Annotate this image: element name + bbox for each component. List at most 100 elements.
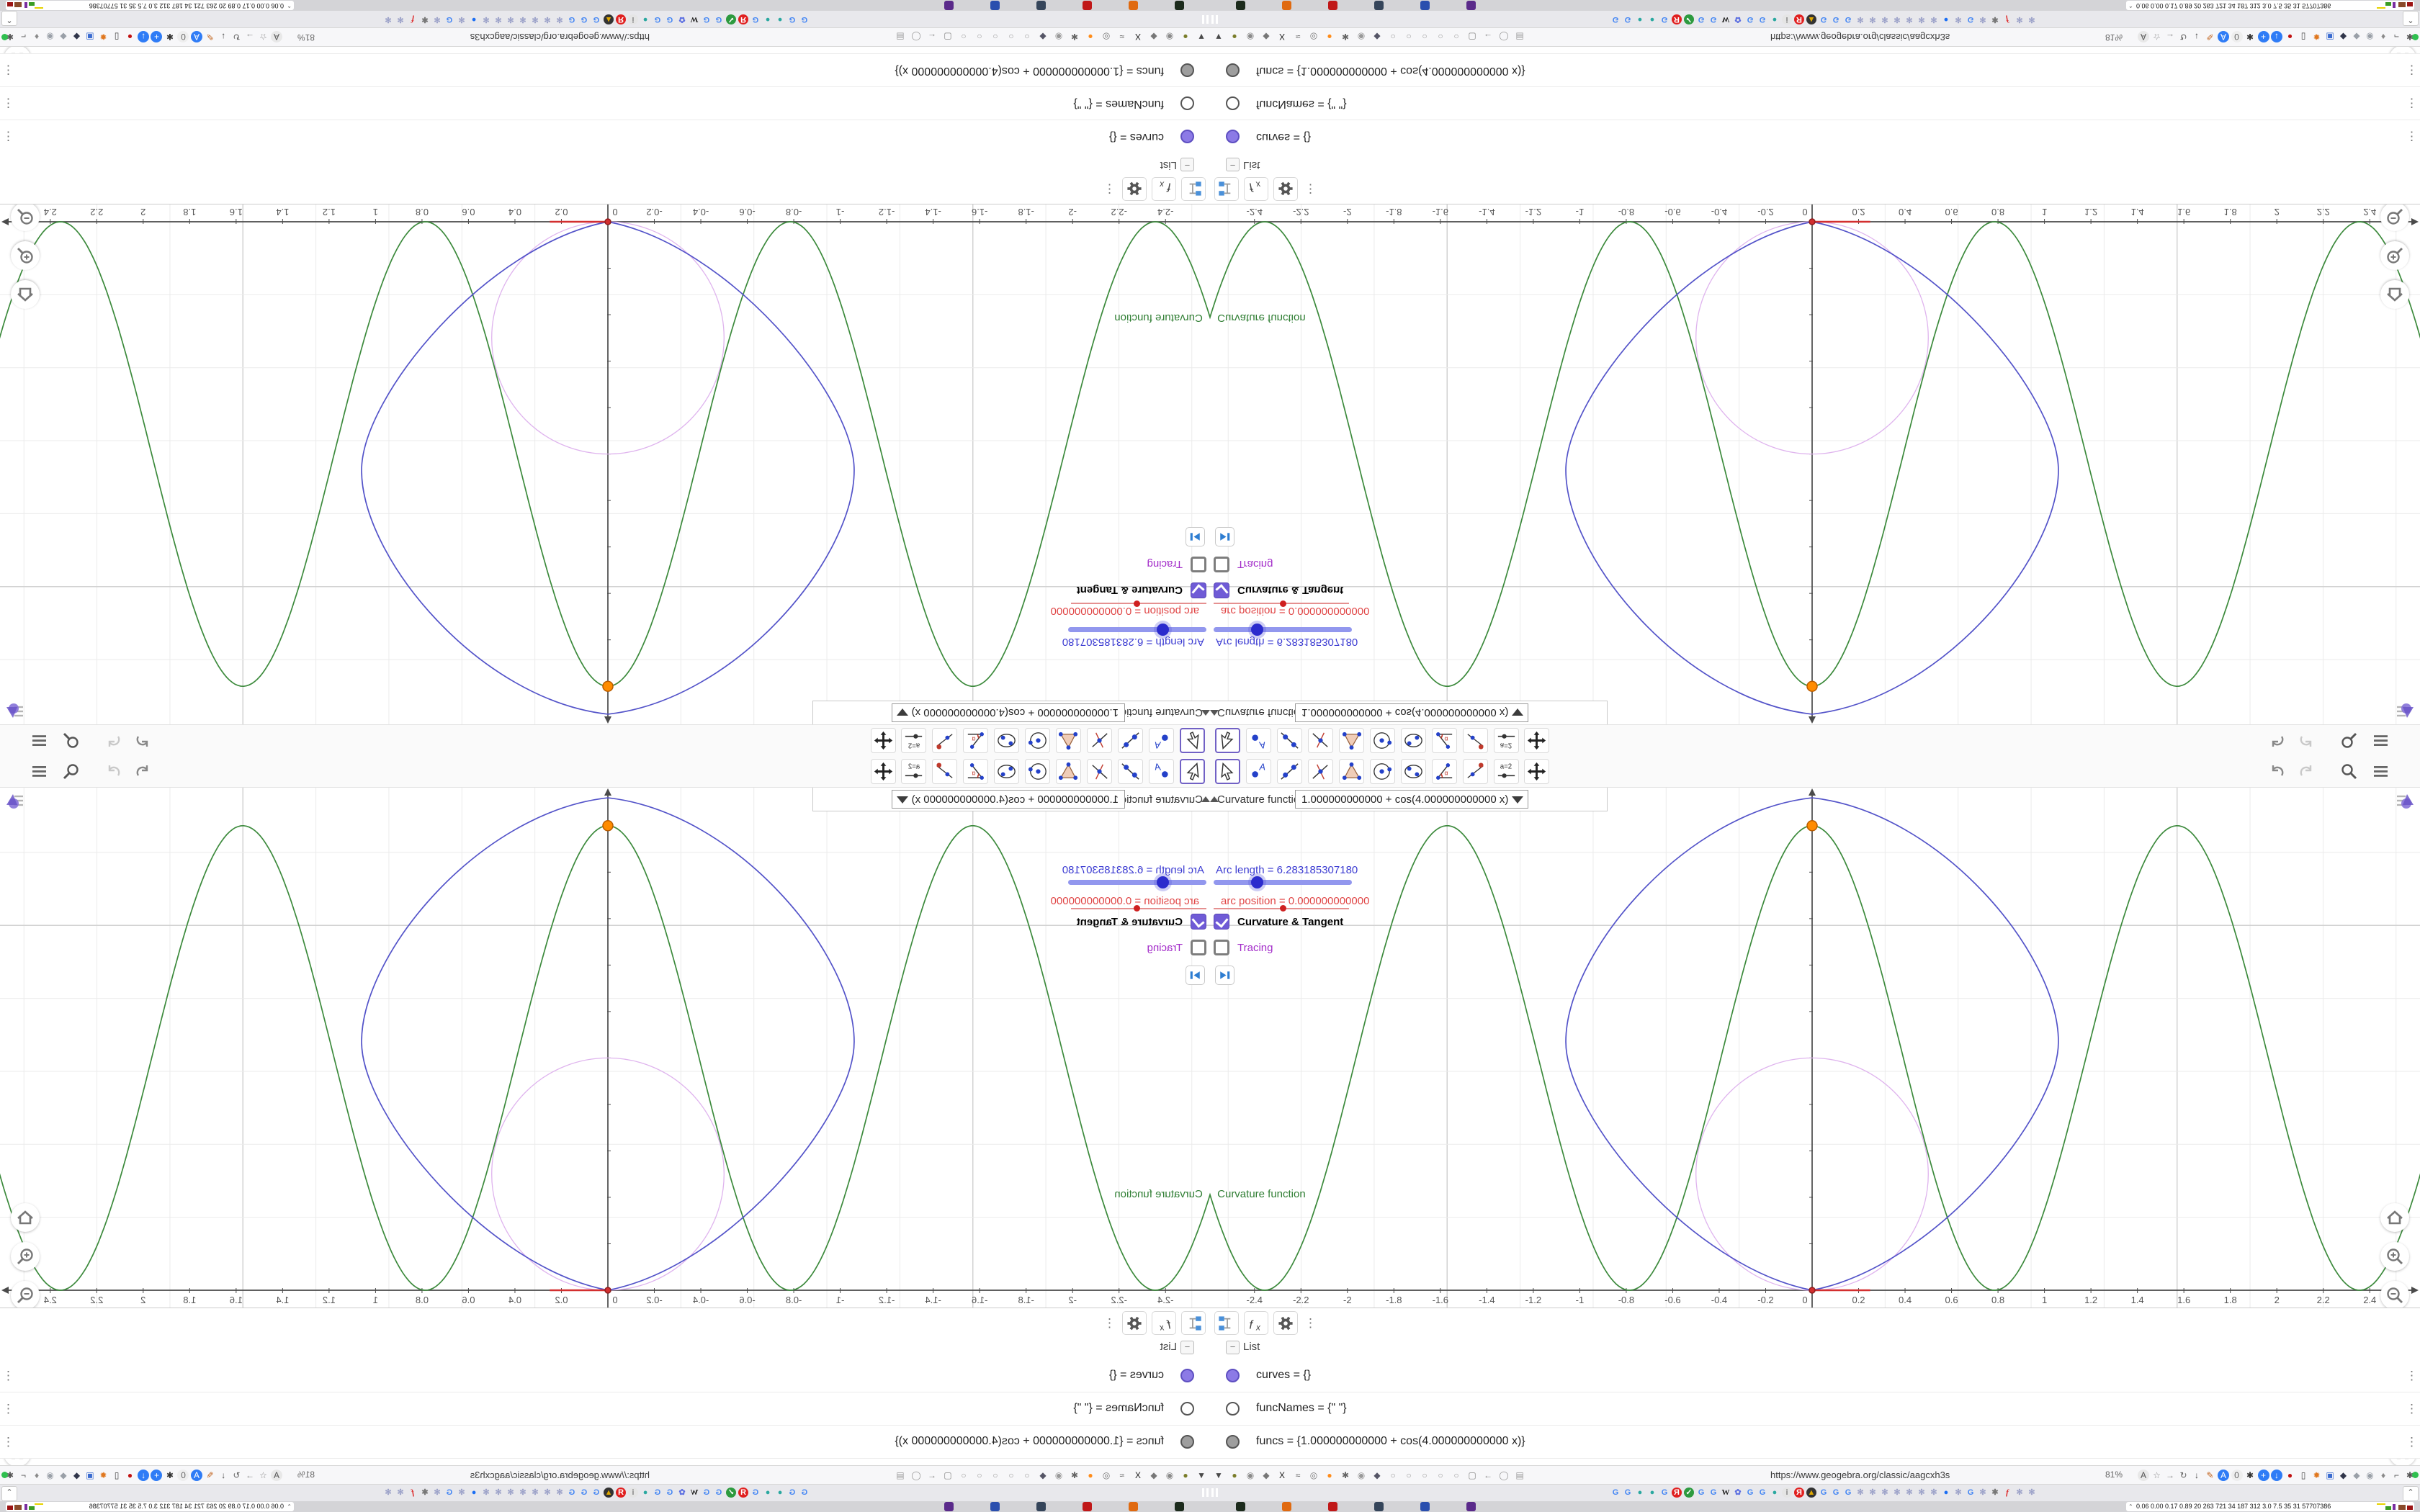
tab-favicon-check[interactable]: ✓ (1684, 1488, 1694, 1498)
zoom-out-button[interactable] (11, 202, 40, 231)
ring-icon[interactable]: ◯ (910, 1470, 922, 1481)
pencil-icon[interactable]: ✎ (2205, 1470, 2216, 1481)
tab-favicon-mountain[interactable]: ▲ (1806, 14, 1816, 24)
tool-select-cursor[interactable] (1180, 759, 1205, 784)
tab-favicon-flower[interactable]: ✿ (677, 14, 687, 24)
tool-circle-center-point[interactable] (1370, 728, 1395, 753)
taskbar-app-owl[interactable] (1466, 1, 1476, 10)
visibility-toggle[interactable] (1180, 1435, 1194, 1449)
algebra-row[interactable]: curves = {} ⋮ (1210, 120, 2420, 153)
algebra-row[interactable]: funcs = {1.000000000000 + cos(4.00000000… (0, 53, 1210, 86)
taskbar-app-settings-red[interactable] (1328, 1, 1337, 10)
tab-favicon-gearfav[interactable]: ✱ (420, 1488, 430, 1498)
download-icon[interactable]: ↓ (218, 1470, 229, 1481)
tab-favicon-snow[interactable]: ✻ (2027, 1488, 2037, 1498)
tab-favicon-yandex[interactable]: Я (1794, 14, 1804, 24)
dot-icon[interactable]: ○ (990, 1470, 1001, 1481)
taskbar-app-floppy[interactable] (990, 1, 1000, 10)
dark-flower-icon[interactable]: ✱ (164, 31, 176, 42)
camera-icon[interactable]: ◆ (1037, 1470, 1049, 1481)
translate-icon[interactable]: A (271, 31, 282, 42)
tab-favicon-fred[interactable]: f (2002, 14, 2012, 24)
arc-position-slider-knob[interactable] (1134, 600, 1140, 607)
shield-icon[interactable]: ◆ (1148, 1470, 1160, 1481)
tab-favicon-snow[interactable]: ✻ (1855, 1488, 1865, 1498)
undo-button[interactable] (134, 731, 153, 750)
tab-favicon-bluedot[interactable]: ● (469, 14, 479, 24)
tab-favicon-G[interactable]: G (799, 1488, 810, 1498)
tool-point-label[interactable]: A (1246, 759, 1271, 784)
tool-slider[interactable]: a=2 (1494, 728, 1519, 753)
firefox-icon[interactable]: ● (1085, 1470, 1096, 1481)
list-group-header[interactable]: − List (0, 1336, 1210, 1359)
reload-icon[interactable]: ↻ (2178, 31, 2190, 42)
globe2-icon[interactable]: ◎ (1101, 1470, 1112, 1481)
visibility-toggle[interactable] (1180, 130, 1194, 143)
search-button[interactable] (61, 762, 81, 781)
globe-icon[interactable]: ◉ (1164, 31, 1175, 42)
tab-favicon-snow[interactable]: ✻ (1953, 14, 1963, 24)
settings-button[interactable] (1122, 1311, 1147, 1335)
function-input[interactable]: 1.000000000000 + cos(4.000000000000 x) (892, 703, 1125, 722)
tool-slider[interactable]: a=2 (901, 759, 926, 784)
tab-favicon-snow[interactable]: ✻ (1855, 14, 1865, 24)
gear-icon[interactable]: ✱ (1069, 31, 1080, 42)
search-button[interactable] (2339, 762, 2359, 781)
down-circle-icon[interactable]: ↓ (138, 31, 149, 42)
dot-icon[interactable]: ○ (1451, 31, 1462, 42)
tool-ellipse[interactable] (994, 728, 1019, 753)
tab-favicon-fred[interactable]: f (2002, 1488, 2012, 1498)
tab-favicon-flower[interactable]: ✿ (1733, 1488, 1743, 1498)
tab-favicon-snow[interactable]: ✻ (457, 14, 467, 24)
fx-button[interactable]: fx (1244, 177, 1268, 201)
menu-button[interactable] (30, 731, 49, 750)
tab-favicon-snow[interactable]: ✻ (2015, 1488, 2025, 1498)
ring-icon[interactable]: ◯ (1498, 31, 1510, 42)
overflow-caret-icon[interactable]: ⌃ (2403, 11, 2419, 26)
algebra-row[interactable]: funcNames = {" "} ⋮ (0, 1392, 1210, 1426)
play-pause-button[interactable] (1186, 966, 1205, 985)
tool-polygon[interactable] (1339, 759, 1364, 784)
tool-move-view[interactable] (871, 728, 896, 753)
function-input[interactable]: 1.000000000000 + cos(4.000000000000 x) (892, 790, 1125, 809)
tab-favicon-G[interactable]: G (567, 1488, 577, 1498)
translate-icon[interactable]: A (2138, 31, 2149, 42)
row-options-kebab[interactable]: ⋮ (2406, 130, 2418, 143)
tab-favicon-gearfav[interactable]: ✱ (1990, 1488, 2000, 1498)
taskbar-app-owl[interactable] (944, 1, 954, 10)
list-group-header[interactable]: − List (1210, 1336, 2420, 1359)
tab-favicon-mountain[interactable]: ▲ (1806, 1488, 1816, 1498)
fx-button[interactable]: fx (1244, 1311, 1268, 1335)
tool-line-point[interactable] (1463, 759, 1488, 784)
tab-favicon-snow[interactable]: ✻ (481, 1488, 491, 1498)
tab-favicon-teal[interactable]: ● (1635, 1488, 1645, 1498)
tab-favicon-G[interactable]: G (714, 14, 724, 24)
tool-line-point[interactable] (932, 728, 957, 753)
tab-favicon-snow[interactable]: ✻ (457, 1488, 467, 1498)
tab-favicon-snow[interactable]: ✻ (383, 1488, 393, 1498)
dark-shield-icon[interactable]: ◆ (2338, 31, 2349, 42)
tab-favicon-flower[interactable]: ✿ (677, 1488, 687, 1498)
x-app-icon[interactable]: X (1132, 1470, 1144, 1481)
algebra-row[interactable]: funcNames = {" "} ⋮ (1210, 86, 2420, 120)
arc-position-point[interactable] (1809, 218, 1816, 225)
tool-slider[interactable]: a=2 (1494, 759, 1519, 784)
tab-favicon-G[interactable]: G (1623, 1488, 1633, 1498)
tab-favicon-snow[interactable]: ✻ (2027, 14, 2037, 24)
dot-icon[interactable]: ○ (1387, 1470, 1399, 1481)
page-zoom-indicator[interactable]: 81% (2105, 32, 2123, 42)
collapse-arrow-icon[interactable] (1201, 796, 1210, 802)
pencil-icon[interactable]: ✎ (2205, 31, 2216, 42)
tab-favicon-wiki[interactable]: W (1721, 1488, 1731, 1498)
tool-polygon[interactable] (1056, 728, 1081, 753)
tab-favicon-G[interactable]: G (799, 14, 810, 24)
function-input[interactable]: 1.000000000000 + cos(4.000000000000 x) (1295, 703, 1528, 722)
tab-favicon-G[interactable]: G (1831, 1488, 1841, 1498)
row-options-kebab[interactable]: ⋮ (2406, 1436, 2418, 1448)
tab-favicon-snow[interactable]: ✻ (1880, 1488, 1890, 1498)
arc-length-slider[interactable] (1068, 627, 1206, 632)
algebra-row[interactable]: funcNames = {" "} ⋮ (0, 86, 1210, 120)
shield-icon[interactable]: ◆ (1260, 1470, 1272, 1481)
menu-button[interactable] (30, 762, 49, 781)
gray-shield-icon[interactable]: ◆ (2351, 31, 2362, 42)
